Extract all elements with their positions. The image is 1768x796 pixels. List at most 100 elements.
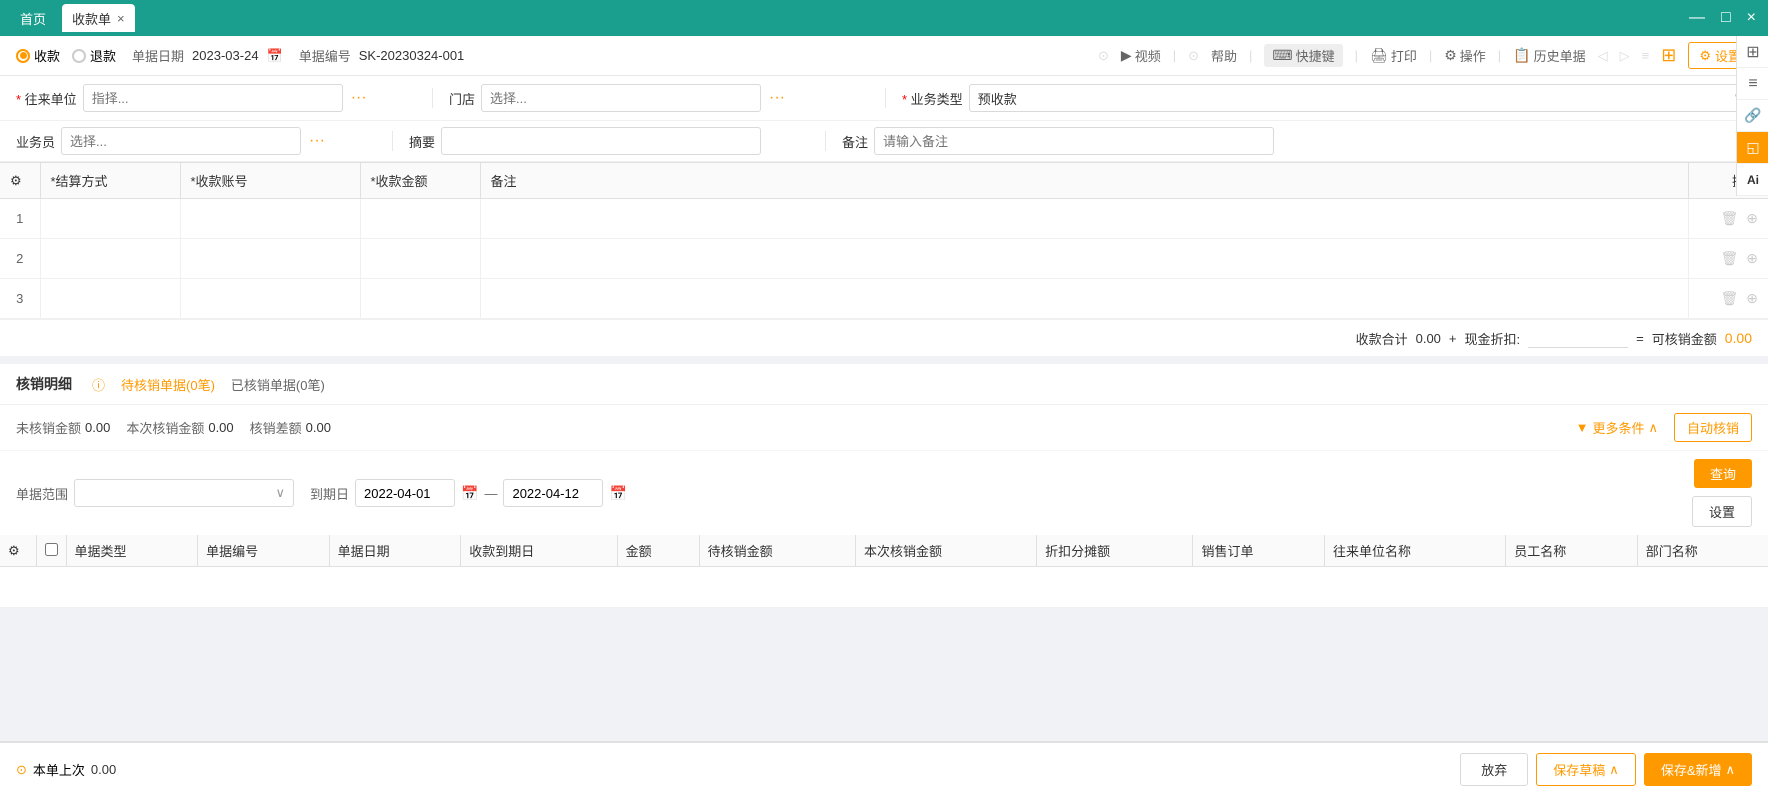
store-field-group: 门店 ··· <box>449 84 869 112</box>
row-1-actions: 🗑 ⊕ <box>1688 199 1768 239</box>
row-1-delete-icon[interactable]: 🗑 <box>1720 210 1738 227</box>
row-2-delete-icon[interactable]: 🗑 <box>1720 250 1738 267</box>
recon-select-all-checkbox[interactable] <box>45 543 58 556</box>
date-to-calendar-icon[interactable]: 📅 <box>609 485 626 502</box>
date-from-input[interactable] <box>355 479 455 507</box>
remark-label: 备注 <box>842 132 868 151</box>
row-2-num: 2 <box>0 239 40 279</box>
row-1-amount[interactable] <box>360 199 480 239</box>
side-toolbar: ⊞ ≡ 🔗 ◱ Ai <box>1736 36 1768 196</box>
due-date-range: 到期日 📅 — 📅 <box>310 479 627 507</box>
print-action[interactable]: 🖨 打印 <box>1370 46 1417 65</box>
row-2-remark[interactable] <box>480 239 1688 279</box>
account-col-header: *收款账号 <box>180 163 360 199</box>
recon-info-icon[interactable]: ⓘ <box>92 375 105 394</box>
store-more-icon[interactable]: ··· <box>769 89 785 107</box>
doc-range-select[interactable]: ∨ <box>74 479 294 507</box>
footer-actions: 放弃 保存草稿 ∧ 保存&新增 ∧ <box>1460 753 1752 786</box>
cur-recon-label: 本次核销金额 <box>126 418 204 437</box>
table-row: 2 🗑 ⊕ <box>0 239 1768 279</box>
radio-refund-label: 退款 <box>90 46 116 65</box>
settings-col-header[interactable]: ⚙ <box>0 163 40 199</box>
total-row: 收款合计 0.00 + 现金折扣: = 可核销金额 0.00 <box>0 319 1768 356</box>
query-button[interactable]: 查询 <box>1694 459 1752 488</box>
home-nav-item[interactable]: 首页 <box>8 3 58 34</box>
salesperson-input[interactable] <box>61 127 301 155</box>
minimize-button[interactable]: — <box>1685 9 1709 27</box>
side-expand-icon[interactable]: ◱ <box>1737 132 1768 164</box>
auto-recon-button[interactable]: 自动核销 <box>1674 413 1752 442</box>
doc-seq-icon[interactable]: ⊙ <box>16 762 27 778</box>
recon-employee-col: 员工名称 <box>1506 535 1638 567</box>
row-3-settle[interactable] <box>40 279 180 319</box>
expand-icon[interactable]: ⊞ <box>1661 45 1676 66</box>
row-2-copy-icon[interactable]: ⊕ <box>1746 250 1758 267</box>
doc-no-info: 单据编号 SK-20230324-001 <box>299 46 465 65</box>
row-3-account[interactable] <box>180 279 360 319</box>
recon-settings-button[interactable]: 设置 <box>1692 496 1752 527</box>
save-draft-label: 保存草稿 <box>1553 760 1605 779</box>
recon-table: ⚙ 单据类型 单据编号 单据日 <box>0 535 1768 608</box>
remark-input[interactable] <box>874 127 1274 155</box>
partner-input[interactable] <box>83 84 343 112</box>
row-2-actions: 🗑 ⊕ <box>1688 239 1768 279</box>
ai-button[interactable]: Ai <box>1737 164 1768 196</box>
row-2-amount[interactable] <box>360 239 480 279</box>
doc-no-label: 单据编号 <box>299 46 351 65</box>
row-3-remark[interactable] <box>480 279 1688 319</box>
date-to-input[interactable] <box>503 479 603 507</box>
date-from-calendar-icon[interactable]: 📅 <box>461 485 478 502</box>
partner-more-icon[interactable]: ··· <box>351 89 367 107</box>
date-calendar-icon[interactable]: 📅 <box>267 48 283 64</box>
row-1-copy-icon[interactable]: ⊕ <box>1746 210 1758 227</box>
row-3-delete-icon[interactable]: 🗑 <box>1720 290 1738 307</box>
close-tab-icon[interactable]: × <box>117 11 125 26</box>
table-gear-icon[interactable]: ⚙ <box>10 173 22 188</box>
side-list-icon[interactable]: ≡ <box>1737 68 1768 100</box>
recon-pending-col: 待核销金额 <box>699 535 855 567</box>
recon-checkbox-col[interactable] <box>36 535 66 567</box>
shortcut-action[interactable]: ⌨ 快捷键 <box>1264 44 1342 67</box>
row-2-account[interactable] <box>180 239 360 279</box>
close-window-button[interactable]: × <box>1743 9 1760 27</box>
maximize-button[interactable]: □ <box>1717 9 1735 27</box>
row-1-remark[interactable] <box>480 199 1688 239</box>
summary-input[interactable] <box>441 127 761 155</box>
history-label: 历史单据 <box>1534 46 1586 65</box>
settings-gear-icon: ⚙ <box>1699 48 1711 64</box>
side-table-icon[interactable]: ⊞ <box>1737 36 1768 68</box>
row-3-amount[interactable] <box>360 279 480 319</box>
recon-settings-col[interactable]: ⚙ <box>0 535 36 567</box>
salesperson-more-icon[interactable]: ··· <box>309 132 325 150</box>
done-recon-tab[interactable]: 已核销单据(0笔) <box>231 375 325 394</box>
save-new-label: 保存&新增 <box>1661 760 1722 779</box>
discount-label: 现金折扣: <box>1465 329 1521 348</box>
table-row: 1 🗑 ⊕ <box>0 199 1768 239</box>
history-action[interactable]: 📋 历史单据 <box>1513 46 1585 65</box>
row-2-settle[interactable] <box>40 239 180 279</box>
more-conditions-btn[interactable]: ▼ 更多条件 ∧ <box>1576 418 1658 437</box>
save-draft-button[interactable]: 保存草稿 ∧ <box>1536 753 1636 786</box>
recon-gear-icon[interactable]: ⚙ <box>8 543 20 558</box>
row-1-account[interactable] <box>180 199 360 239</box>
pending-recon-tab[interactable]: 待核销单据(0笔) <box>121 375 215 394</box>
side-link-icon[interactable]: 🔗 <box>1737 100 1768 132</box>
save-new-button[interactable]: 保存&新增 ∧ <box>1644 753 1752 786</box>
abandon-button[interactable]: 放弃 <box>1460 753 1528 786</box>
ops-action[interactable]: ⚙ 操作 <box>1444 46 1486 65</box>
store-input[interactable] <box>481 84 761 112</box>
discount-input[interactable] <box>1528 328 1628 348</box>
radio-refund[interactable]: 退款 <box>72 46 116 65</box>
biz-type-dropdown[interactable]: 预收款 ∨ <box>969 84 1752 112</box>
row-1-settle[interactable] <box>40 199 180 239</box>
recon-due-date-col: 收款到期日 <box>461 535 617 567</box>
video-action[interactable]: ▶ 视频 <box>1121 46 1161 65</box>
help-action[interactable]: 帮助 <box>1211 46 1237 65</box>
amount-col-header: *收款金额 <box>360 163 480 199</box>
print-label: 打印 <box>1391 46 1417 65</box>
row-3-copy-icon[interactable]: ⊕ <box>1746 290 1758 307</box>
cur-recon-stat: 本次核销金额 0.00 <box>126 418 233 437</box>
bottom-area: 核销明细 ⓘ 待核销单据(0笔) 已核销单据(0笔) 未核销金额 0.00 本次… <box>0 356 1768 796</box>
radio-receipt[interactable]: 收款 <box>16 46 60 65</box>
receipt-tab[interactable]: 收款单 × <box>62 4 135 32</box>
